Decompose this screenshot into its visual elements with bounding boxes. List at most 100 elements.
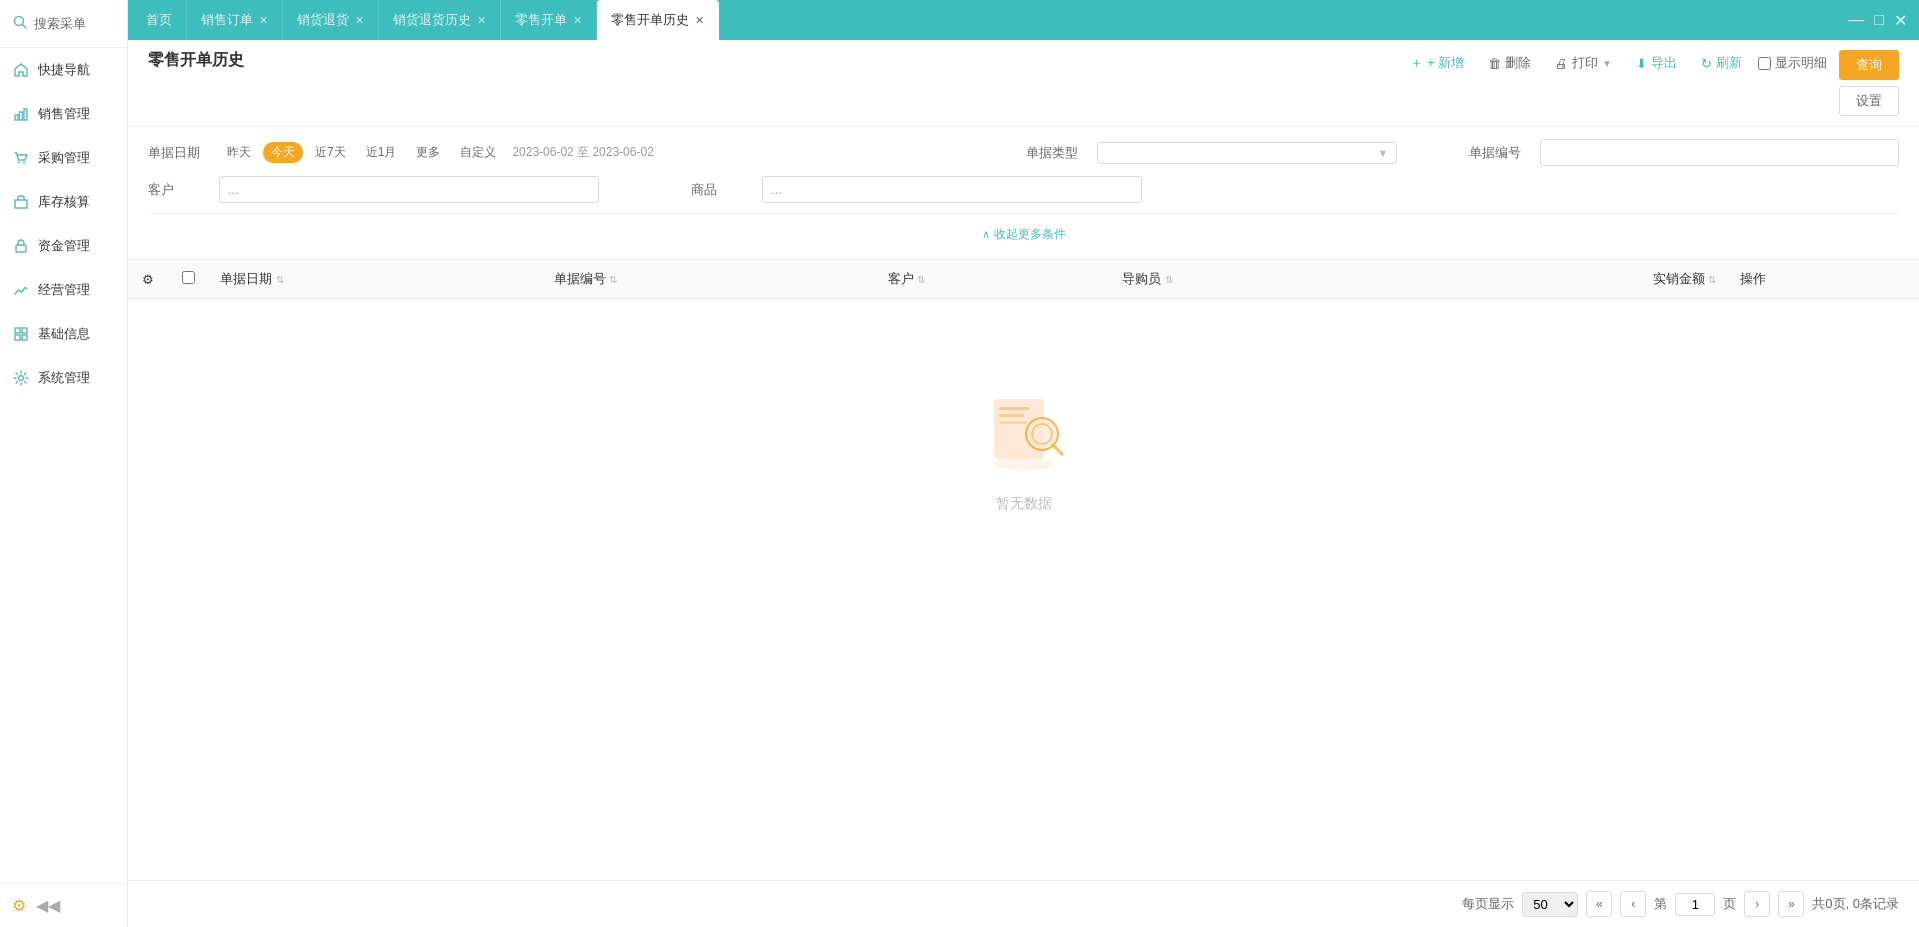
th-guide-label: 导购员 (1122, 271, 1161, 286)
first-page-btn[interactable]: « (1586, 891, 1612, 917)
sort-guide-icon: ⇅ (1165, 274, 1173, 285)
last7-btn[interactable]: 近7天 (307, 142, 354, 163)
add-button[interactable]: ＋ + 新增 (1402, 50, 1472, 76)
table-checkbox-th[interactable] (168, 260, 208, 299)
customer-input[interactable]: ... (219, 176, 599, 203)
sidebar-item-operations[interactable]: 经营管理 (0, 268, 127, 312)
last-page-btn[interactable]: » (1778, 891, 1804, 917)
next-page-btn[interactable]: › (1744, 891, 1770, 917)
tab-bar-actions: — □ ✕ (1848, 11, 1915, 30)
doc-type-select[interactable]: ▼ (1097, 142, 1397, 164)
delete-button[interactable]: 🗑 删除 (1480, 50, 1539, 76)
svg-line-21 (1053, 445, 1062, 454)
page-suffix: 页 (1723, 895, 1736, 913)
tab-sales-order[interactable]: 销售订单 ✕ (187, 0, 283, 40)
empty-row: 暂无数据 (128, 299, 1919, 594)
show-detail-checkbox[interactable]: 显示明细 (1758, 54, 1827, 72)
sidebar-item-sys-mgmt[interactable]: 系统管理 (0, 356, 127, 400)
table-settings-th[interactable]: ⚙ (128, 260, 168, 299)
refresh-icon: ↻ (1701, 56, 1712, 71)
page-input[interactable] (1675, 893, 1715, 916)
pagination: 每页显示 50 20 100 « ‹ 第 页 › » 共0页, 0条记录 (128, 880, 1919, 927)
th-doc-no[interactable]: 单据编号 ⇅ (542, 260, 876, 299)
settings-icon[interactable]: ⚙ (142, 272, 154, 287)
show-detail-check[interactable] (1758, 57, 1771, 70)
print-button[interactable]: 🖨 打印 ▼ (1547, 50, 1620, 76)
doc-no-input[interactable] (1540, 139, 1899, 166)
sidebar-item-label: 经营管理 (38, 281, 90, 299)
filter-row-1: 单据日期 昨天 今天 近7天 近1月 更多 自定义 2023-06-02 至 2… (148, 139, 1899, 166)
tab-home[interactable]: 首页 (132, 0, 187, 40)
search-icon (12, 14, 28, 33)
page-title: 零售开单历史 (148, 50, 244, 71)
sidebar: 搜索采单 快捷导航 销售管理 采购管理 (0, 0, 128, 927)
collapse-more-btn[interactable]: ∧ 收起更多条件 (148, 222, 1899, 247)
th-actual-amount[interactable]: 实销金额 ⇅ (1395, 260, 1729, 299)
th-customer-label: 客户 (888, 271, 914, 286)
sort-doc-no-icon: ⇅ (609, 274, 617, 285)
sidebar-item-purchase-mgmt[interactable]: 采购管理 (0, 136, 127, 180)
select-all-checkbox[interactable] (182, 271, 195, 284)
data-table: ⚙ 单据日期 ⇅ 单据编号 ⇅ 客户 ⇅ (128, 260, 1919, 593)
export-button[interactable]: ⬇ 导出 (1628, 50, 1685, 76)
print-icon: 🖨 (1555, 56, 1568, 71)
gear-icon[interactable]: ⚙ (12, 896, 26, 915)
lock-icon (12, 237, 30, 255)
svg-rect-2 (15, 115, 18, 120)
per-page-label: 每页显示 (1462, 895, 1514, 913)
add-icon: ＋ (1410, 54, 1423, 72)
tab-retail-open-close[interactable]: ✕ (573, 14, 582, 27)
tab-sales-return-history[interactable]: 销货退货历史 ✕ (379, 0, 501, 40)
yesterday-btn[interactable]: 昨天 (219, 142, 259, 163)
total-text: 共0页, 0条记录 (1812, 895, 1899, 913)
th-customer[interactable]: 客户 ⇅ (876, 260, 1111, 299)
sidebar-item-label: 系统管理 (38, 369, 90, 387)
th-actions: 操作 (1728, 260, 1919, 299)
tab-window-restore[interactable]: □ (1874, 11, 1884, 29)
tab-sales-return[interactable]: 销货退货 ✕ (283, 0, 379, 40)
svg-rect-3 (20, 112, 23, 120)
th-doc-date[interactable]: 单据日期 ⇅ (208, 260, 542, 299)
prev-page-btn[interactable]: ‹ (1620, 891, 1646, 917)
th-guide[interactable]: 导购员 ⇅ (1110, 260, 1394, 299)
refresh-button[interactable]: ↻ 刷新 (1693, 50, 1750, 76)
sort-doc-date-icon: ⇅ (276, 274, 284, 285)
tab-sales-return-history-close[interactable]: ✕ (477, 14, 486, 27)
svg-rect-7 (15, 200, 27, 208)
query-button[interactable]: 查询 (1839, 50, 1899, 80)
box-icon (12, 193, 30, 211)
sidebar-item-basic-info[interactable]: 基础信息 (0, 312, 127, 356)
shopping-icon (12, 149, 30, 167)
svg-rect-11 (15, 335, 20, 340)
tab-retail-open[interactable]: 零售开单 ✕ (501, 0, 597, 40)
tab-sales-order-close[interactable]: ✕ (259, 14, 268, 27)
sidebar-search[interactable]: 搜索采单 (0, 0, 127, 48)
tab-window-minimize[interactable]: — (1848, 11, 1864, 29)
svg-rect-18 (999, 421, 1027, 424)
customer-filter-label: 客户 (148, 181, 203, 199)
chevron-up-icon: ∧ (982, 228, 990, 241)
sidebar-bottom: ⚙ ◀◀ (0, 883, 127, 927)
main-content: 首页 销售订单 ✕ 销货退货 ✕ 销货退货历史 ✕ 零售开单 ✕ 零售开单历史 … (128, 0, 1919, 927)
tab-window-close[interactable]: ✕ (1894, 11, 1907, 30)
sidebar-item-finance[interactable]: 资金管理 (0, 224, 127, 268)
per-page-select[interactable]: 50 20 100 (1522, 892, 1578, 917)
collapse-sidebar-icon[interactable]: ◀◀ (36, 896, 60, 915)
sidebar-item-inventory[interactable]: 库存核算 (0, 180, 127, 224)
svg-point-14 (994, 458, 1054, 470)
setting-button[interactable]: 设置 (1839, 86, 1899, 116)
tab-retail-open-history-close[interactable]: ✕ (695, 14, 704, 27)
table-header-row: ⚙ 单据日期 ⇅ 单据编号 ⇅ 客户 ⇅ (128, 260, 1919, 299)
today-btn[interactable]: 今天 (263, 142, 303, 163)
tab-retail-open-history[interactable]: 零售开单历史 ✕ (597, 0, 719, 40)
tab-sales-return-close[interactable]: ✕ (355, 14, 364, 27)
sidebar-item-quick-nav[interactable]: 快捷导航 (0, 48, 127, 92)
more-btn[interactable]: 更多 (408, 142, 448, 163)
goods-input[interactable]: ... (762, 176, 1142, 203)
last-month-btn[interactable]: 近1月 (358, 142, 405, 163)
table-container: ⚙ 单据日期 ⇅ 单据编号 ⇅ 客户 ⇅ (128, 260, 1919, 880)
sidebar-item-label: 基础信息 (38, 325, 90, 343)
custom-btn[interactable]: 自定义 (452, 142, 504, 163)
sidebar-item-label: 快捷导航 (38, 61, 90, 79)
sidebar-item-sales-mgmt[interactable]: 销售管理 (0, 92, 127, 136)
